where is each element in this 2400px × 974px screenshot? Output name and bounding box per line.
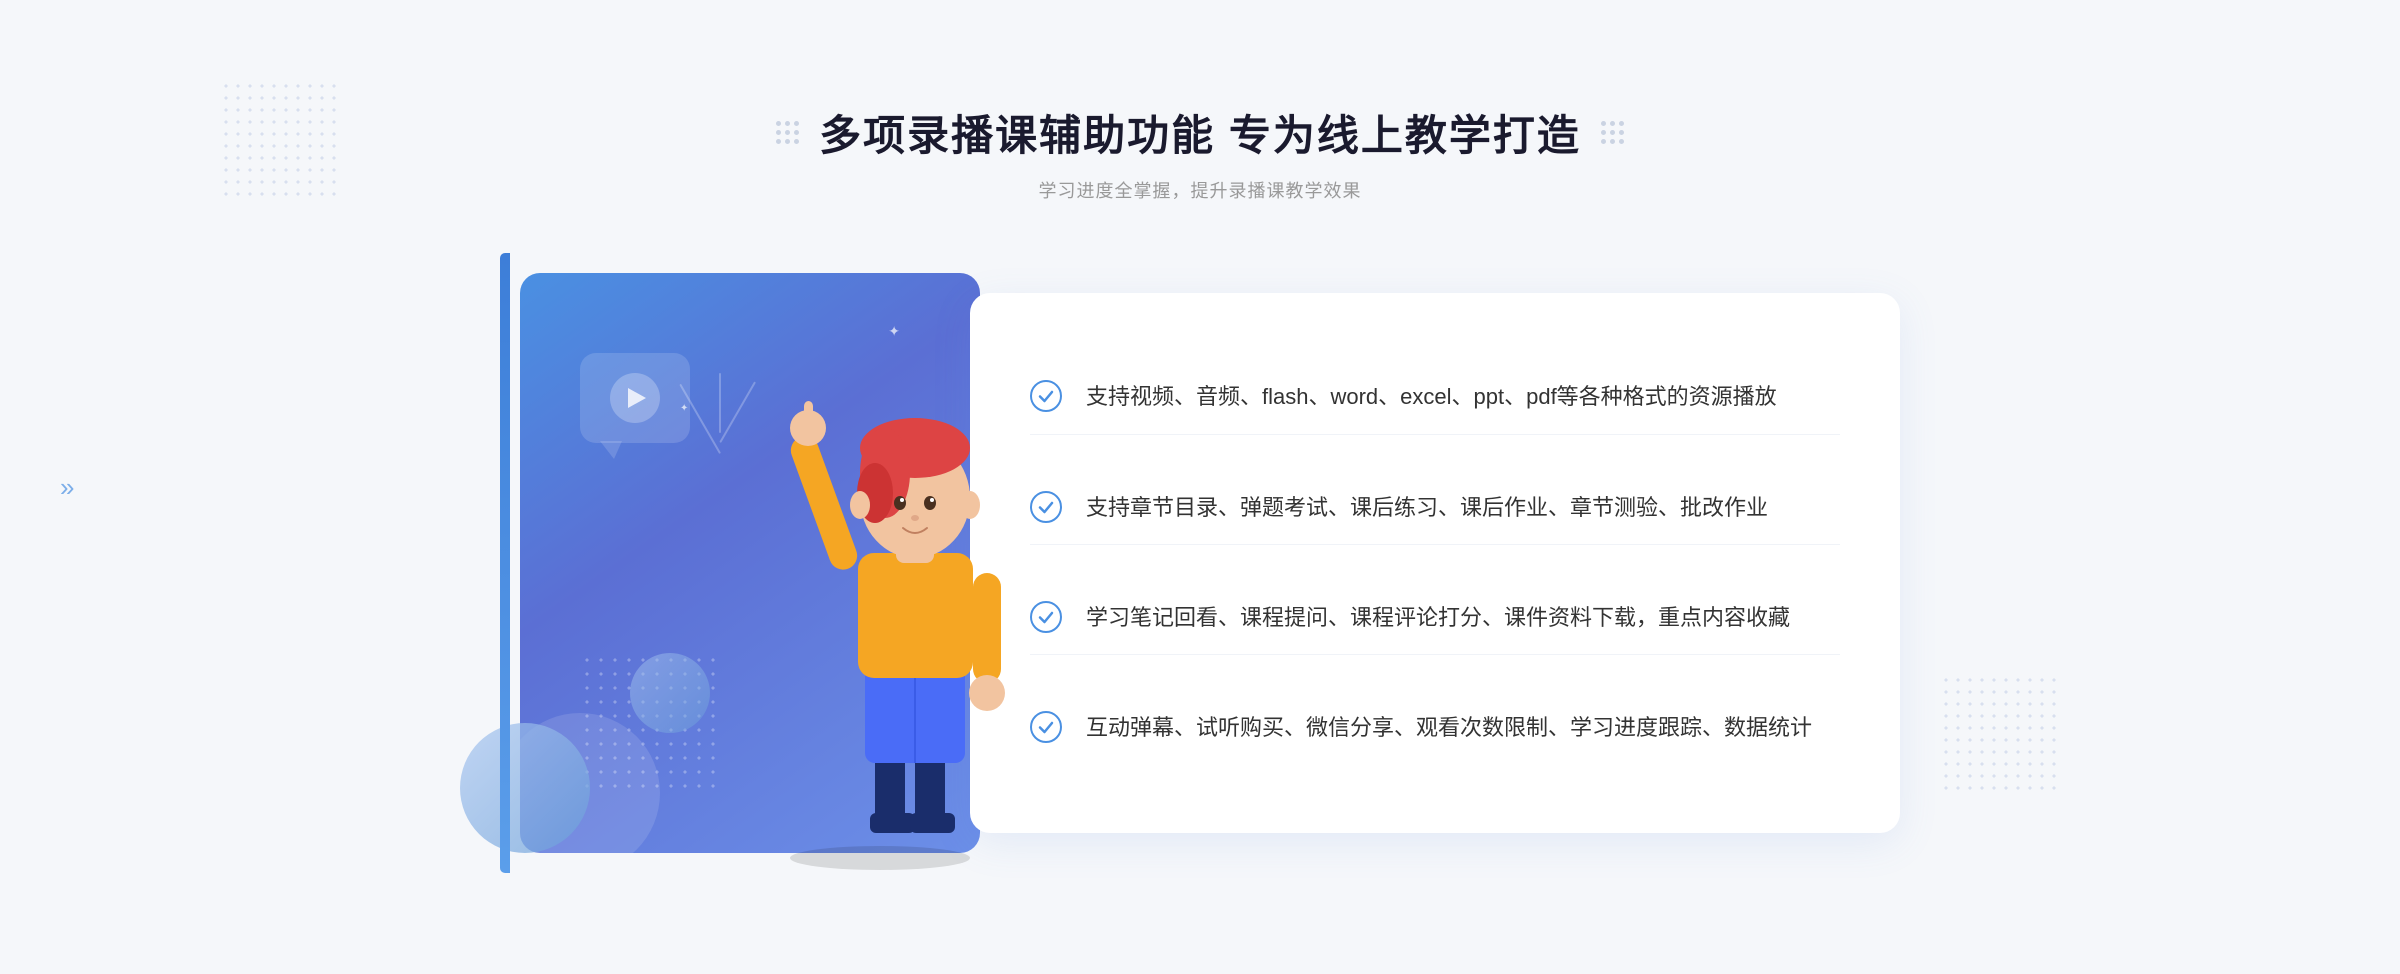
page-subtitle: 学习进度全掌握，提升录播课教学效果 [776,177,1624,203]
check-icon-4 [1030,711,1062,743]
check-icon-1 [1030,380,1062,412]
page-title: 多项录播课辅助功能 专为线上教学打造 [819,102,1581,163]
chevron-icon: » [60,474,74,500]
page-wrapper: » 多项录播课辅助功能 专为线上教学打造 学习进度全掌握，提升录播课教学效果 [0,0,2400,974]
check-icon-3 [1030,601,1062,633]
decorator-dots-left [776,121,799,144]
content-area: ✦ ✦ ✦ [500,253,1900,873]
feature-item-2: 支持章节目录、弹题考试、课后练习、课后作业、章节测验、批改作业 [1030,471,1840,545]
feature-text-2: 支持章节目录、弹题考试、课后练习、课后作业、章节测验、批改作业 [1086,489,1768,526]
header-decorators: 多项录播课辅助功能 专为线上教学打造 [776,102,1624,163]
left-chevron-decoration: » [60,474,74,500]
blob-circle [460,723,590,853]
dot-decoration-top-left [220,80,340,200]
vertical-bar [500,253,510,873]
person-illustration [720,353,1020,873]
dot-decoration-bottom-right [1940,674,2060,794]
bottom-circle [630,653,710,733]
header-section: 多项录播课辅助功能 专为线上教学打造 学习进度全掌握，提升录播课教学效果 [776,102,1624,203]
feature-item-1: 支持视频、音频、flash、word、excel、ppt、pdf等各种格式的资源… [1030,360,1840,434]
sparkle-1: ✦ [888,323,900,340]
play-bubble [580,353,690,443]
feature-text-3: 学习笔记回看、课程提问、课程评论打分、课件资料下载，重点内容收藏 [1086,599,1790,636]
feature-item-3: 学习笔记回看、课程提问、课程评论打分、课件资料下载，重点内容收藏 [1030,581,1840,655]
feature-item-4: 互动弹幕、试听购买、微信分享、观看次数限制、学习进度跟踪、数据统计 [1030,691,1840,764]
feature-text-1: 支持视频、音频、flash、word、excel、ppt、pdf等各种格式的资源… [1086,378,1777,415]
left-illustration: ✦ ✦ ✦ [500,253,1000,873]
feature-text-4: 互动弹幕、试听购买、微信分享、观看次数限制、学习进度跟踪、数据统计 [1086,709,1812,746]
decorator-dots-right [1601,121,1624,144]
right-features-panel: 支持视频、音频、flash、word、excel、ppt、pdf等各种格式的资源… [970,293,1900,833]
play-button-icon [610,373,660,423]
check-icon-2 [1030,491,1062,523]
